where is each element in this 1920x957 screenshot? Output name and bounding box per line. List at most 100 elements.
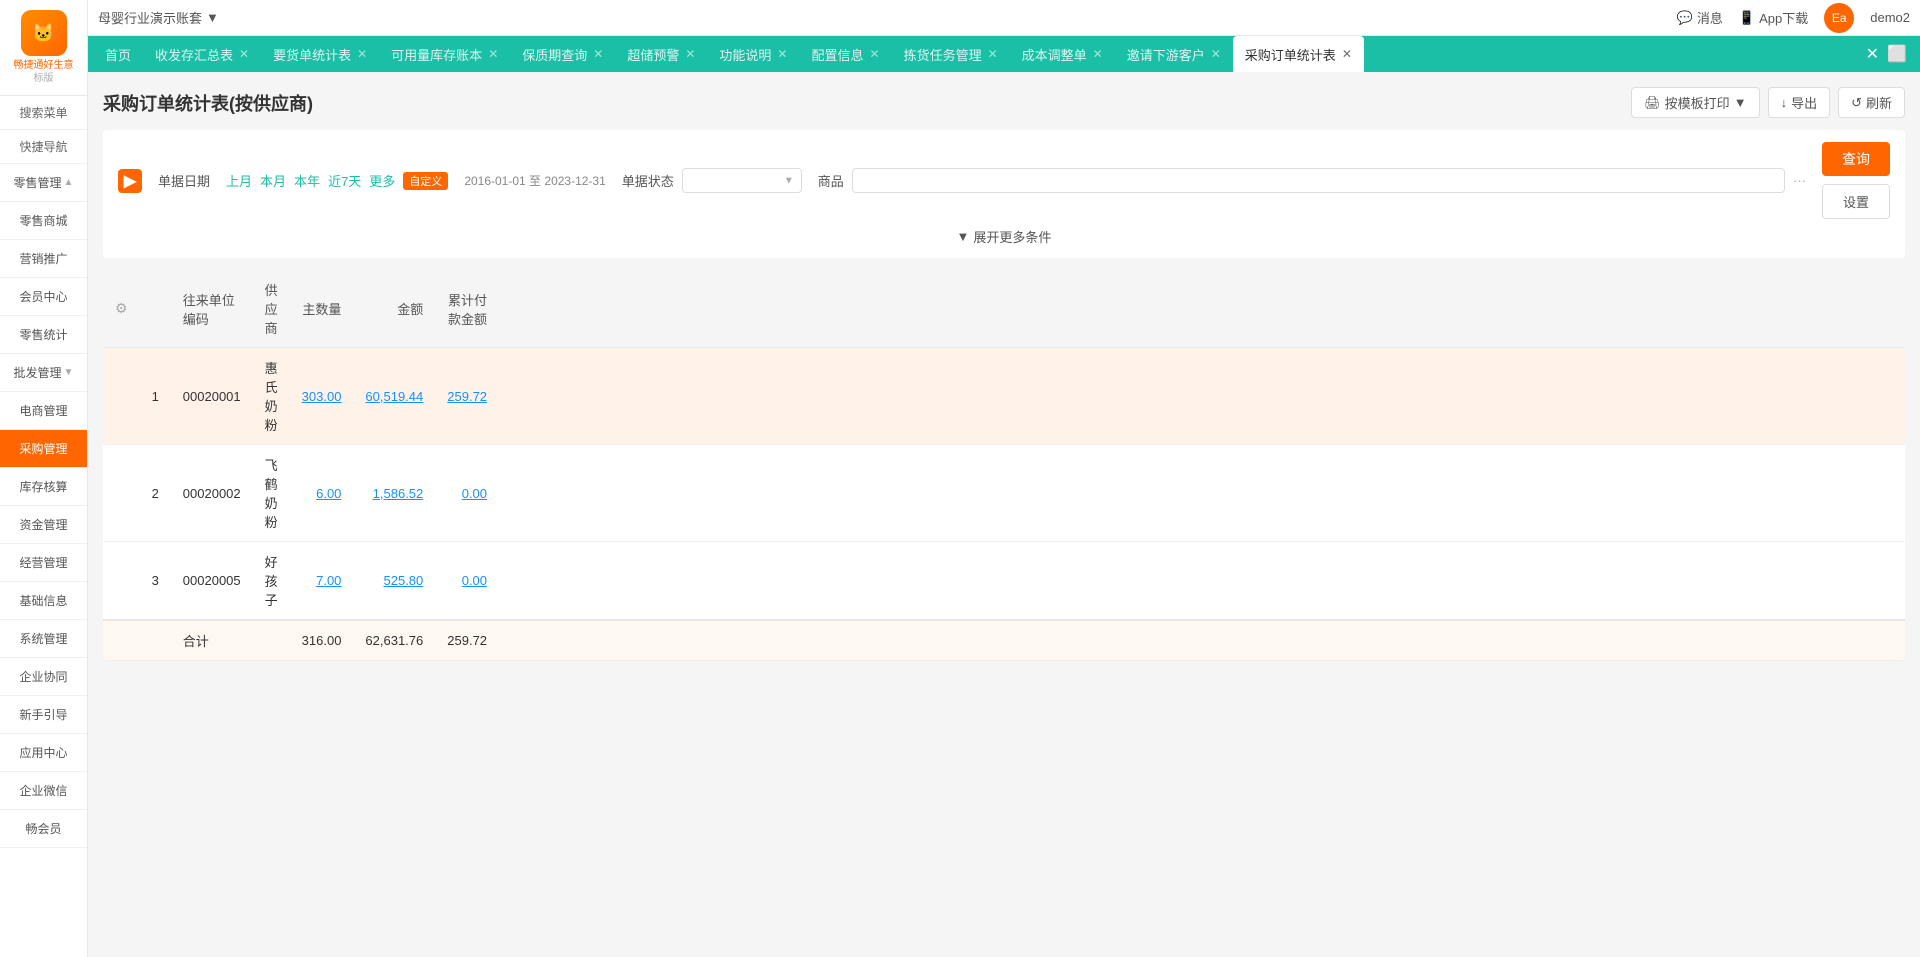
query-button[interactable]: 查询 (1822, 142, 1890, 176)
custom-date-badge[interactable]: 自定义 (403, 172, 448, 190)
amount-link[interactable]: 1,586.52 (373, 486, 424, 501)
quantity-link[interactable]: 7.00 (316, 573, 341, 588)
chevron-down-icon: ▲ (64, 177, 74, 188)
quantity-link[interactable]: 303.00 (302, 389, 342, 404)
tab-funchelp[interactable]: 功能说明 ✕ (707, 36, 799, 72)
sidebar-item-finance[interactable]: 资金管理 (0, 506, 87, 544)
sidebar: 🐱 畅捷通好生意 标版 搜索菜单 快捷导航 零售管理 ▲ 零售商城 营销推广 会… (0, 0, 88, 957)
status-select[interactable]: 草稿 已提交 已审核 (682, 168, 802, 193)
sidebar-item-business[interactable]: 经营管理 (0, 544, 87, 582)
tab-config[interactable]: 配置信息 ✕ (799, 36, 891, 72)
td-index: 1 (140, 348, 171, 445)
username-label: demo2 (1870, 10, 1910, 25)
sidebar-item-vip[interactable]: 畅会员 (0, 810, 87, 848)
sidebar-item-enterprise[interactable]: 企业协同 (0, 658, 87, 696)
tab-invite[interactable]: 邀请下游客户 ✕ (1115, 36, 1233, 72)
amount-link[interactable]: 60,519.44 (365, 389, 423, 404)
expand-conditions-btn[interactable]: ▼ 展开更多条件 (957, 227, 1052, 246)
tab-close-icon[interactable]: ✕ (777, 47, 787, 61)
sidebar-item-ecommerce[interactable]: 电商管理 (0, 392, 87, 430)
th-quantity: 主数量 (290, 270, 354, 348)
sidebar-item-corpwx[interactable]: 企业微信 (0, 772, 87, 810)
sidebar-item-retail[interactable]: 零售管理 ▲ (0, 164, 87, 202)
tab-close-icon[interactable]: ✕ (870, 47, 880, 61)
chevron-down-icon: ▼ (64, 367, 74, 378)
shortcut-thisyear[interactable]: 本年 (294, 171, 320, 190)
tab-collect[interactable]: 收发存汇总表 ✕ (143, 36, 261, 72)
sidebar-item-retail-shop[interactable]: 零售商城 (0, 202, 87, 240)
export-icon: ↓ (1781, 95, 1788, 110)
refresh-button[interactable]: ↺ 刷新 (1838, 87, 1905, 118)
chevron-down-icon: ▼ (1734, 95, 1747, 110)
sidebar-item-wholesale[interactable]: 批发管理 ▼ (0, 354, 87, 392)
shortcut-lastmonth[interactable]: 上月 (226, 171, 252, 190)
table-row: 1 00020001 惠氏奶粉 303.00 60,519.44 259.72 (103, 348, 1905, 445)
td-supplier: 飞鹤奶粉 (253, 445, 290, 542)
tab-picking[interactable]: 拣货任务管理 ✕ (892, 36, 1010, 72)
paid-link[interactable]: 0.00 (462, 486, 487, 501)
sidebar-item-search[interactable]: 搜索菜单 (0, 96, 87, 130)
tab-close-icon[interactable]: ✕ (488, 47, 498, 61)
tab-close-icon[interactable]: ✕ (357, 47, 367, 61)
message-btn[interactable]: 💬 消息 (1677, 8, 1723, 27)
export-button[interactable]: ↓ 导出 (1768, 87, 1831, 118)
shortcut-more[interactable]: 更多 (369, 171, 395, 190)
sidebar-item-basic[interactable]: 基础信息 (0, 582, 87, 620)
td-checkbox (103, 348, 140, 445)
close-window-icon[interactable]: ✕ (1866, 44, 1879, 64)
sidebar-item-purchase[interactable]: 采购管理 (0, 430, 87, 468)
sidebar-item-marketing[interactable]: 营销推广 (0, 240, 87, 278)
td-extra (499, 445, 1905, 542)
shortcut-thismonth[interactable]: 本月 (260, 171, 286, 190)
settings-button[interactable]: 设置 (1822, 184, 1890, 219)
tab-home[interactable]: 首页 (93, 36, 143, 72)
tab-close-icon[interactable]: ✕ (1093, 47, 1103, 61)
maximize-icon[interactable]: ⬜ (1887, 44, 1907, 64)
sidebar-item-quicknav[interactable]: 快捷导航 (0, 130, 87, 164)
td-amount: 525.80 (353, 542, 435, 621)
sidebar-item-system[interactable]: 系统管理 (0, 620, 87, 658)
chevron-down-icon: ▼ (206, 10, 219, 25)
sidebar-item-member[interactable]: 会员中心 (0, 278, 87, 316)
tab-close-icon[interactable]: ✕ (1211, 47, 1221, 61)
tab-close-icon[interactable]: ✕ (988, 47, 998, 61)
tab-close-icon[interactable]: ✕ (685, 47, 695, 61)
tab-close-icon[interactable]: ✕ (239, 47, 249, 61)
tab-overstock[interactable]: 超储预警 ✕ (615, 36, 707, 72)
td-quantity: 6.00 (290, 445, 354, 542)
print-button[interactable]: 🖨 按模板打印 ▼ (1631, 87, 1759, 118)
paid-link[interactable]: 0.00 (462, 573, 487, 588)
tab-purchase[interactable]: 采购订单统计表 ✕ (1233, 36, 1364, 72)
status-select-wrapper: 草稿 已提交 已审核 (682, 168, 802, 193)
content-area: 采购订单统计表(按供应商) 🖨 按模板打印 ▼ ↓ 导出 ↺ 刷新 (88, 72, 1920, 957)
table-row: 3 00020005 好孩子 7.00 525.80 0.00 (103, 542, 1905, 621)
tab-requisition[interactable]: 要货单统计表 ✕ (261, 36, 379, 72)
goods-more-icon[interactable]: ··· (1793, 173, 1806, 188)
topbar-left: 母婴行业演示账套 ▼ (98, 8, 219, 27)
filter-toggle-btn[interactable]: ▶ (118, 169, 142, 193)
column-settings-icon[interactable]: ⚙ (115, 300, 128, 316)
quantity-link[interactable]: 6.00 (316, 486, 341, 501)
tab-cost[interactable]: 成本调整单 ✕ (1010, 36, 1115, 72)
sidebar-item-inventory[interactable]: 库存核算 (0, 468, 87, 506)
td-supplier: 惠氏奶粉 (253, 348, 290, 445)
paid-link[interactable]: 259.72 (447, 389, 487, 404)
goods-search-input[interactable] (852, 168, 1785, 193)
sidebar-item-retail-stat[interactable]: 零售统计 (0, 316, 87, 354)
tab-warranty[interactable]: 保质期查询 ✕ (510, 36, 615, 72)
tab-inventory[interactable]: 可用量库存账本 ✕ (379, 36, 510, 72)
shortcut-7days[interactable]: 近7天 (328, 171, 361, 190)
account-switcher[interactable]: 母婴行业演示账套 ▼ (98, 8, 219, 27)
sidebar-item-appcenter[interactable]: 应用中心 (0, 734, 87, 772)
tab-close-icon[interactable]: ✕ (593, 47, 603, 61)
th-index (140, 270, 171, 348)
app-logo-icon: 🐱 (21, 10, 67, 56)
app-download-btn[interactable]: 📱 App下载 (1739, 8, 1808, 27)
amount-link[interactable]: 525.80 (384, 573, 424, 588)
user-avatar[interactable]: Ea (1824, 3, 1854, 33)
sidebar-item-newguide[interactable]: 新手引导 (0, 696, 87, 734)
tab-controls: ✕ ⬜ (1858, 44, 1915, 64)
tab-close-active-icon[interactable]: ✕ (1342, 47, 1352, 61)
td-paid: 0.00 (435, 542, 499, 621)
td-extra (499, 542, 1905, 621)
